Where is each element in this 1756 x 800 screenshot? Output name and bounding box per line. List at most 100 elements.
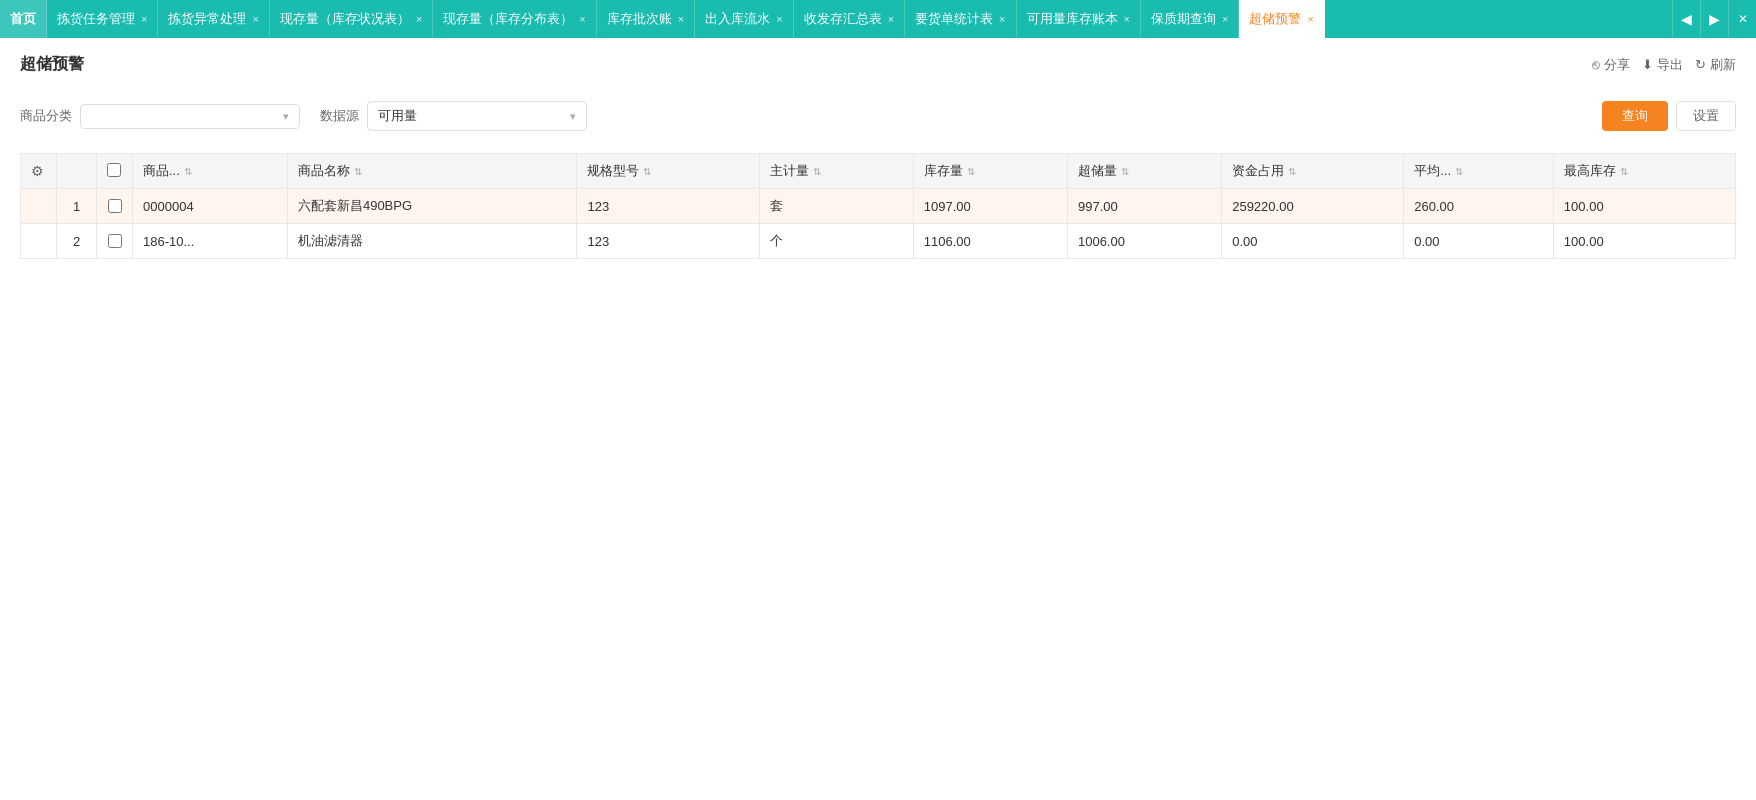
page-title: 超储预警 — [20, 54, 84, 75]
category-filter: 商品分类 ▾ — [20, 104, 300, 129]
tab-close-icon[interactable]: × — [1124, 13, 1130, 25]
nav-tab-9[interactable]: 保质期查询 × — [1141, 0, 1239, 38]
row-product-name: 机油滤清器 — [287, 224, 577, 259]
datasource-filter: 数据源 可用量 ▾ — [320, 101, 587, 131]
sort-icon-product-name: ⇅ — [354, 166, 362, 177]
th-stock: 库存量⇅ — [913, 154, 1067, 189]
nav-tab-7[interactable]: 要货单统计表 × — [905, 0, 1016, 38]
th-gear: ⚙ — [21, 154, 57, 189]
refresh-icon: ↻ — [1695, 57, 1706, 72]
row-checkbox[interactable] — [108, 199, 122, 213]
select-all-checkbox[interactable] — [107, 163, 121, 177]
table-gear-icon[interactable]: ⚙ — [31, 163, 44, 179]
nav-tab-5[interactable]: 出入库流水 × — [695, 0, 793, 38]
tab-close-icon[interactable]: × — [252, 13, 258, 25]
row-product-name: 六配套新昌490BPG — [287, 189, 577, 224]
row-avg: 0.00 — [1404, 224, 1554, 259]
data-table: ⚙ 商品...⇅ 商品名称⇅ 规格型号⇅ 主计量⇅ — [20, 153, 1736, 259]
th-index — [57, 154, 97, 189]
row-unit: 套 — [759, 189, 913, 224]
export-button[interactable]: ⬇ 导出 — [1642, 56, 1683, 74]
filter-bar: 商品分类 ▾ 数据源 可用量 ▾ 查询 设置 — [20, 91, 1736, 141]
row-index: 2 — [57, 224, 97, 259]
nav-tab-10[interactable]: 超储预警 × — [1239, 0, 1324, 38]
sort-icon-unit: ⇅ — [813, 166, 821, 177]
sort-icon-max-stock: ⇅ — [1620, 166, 1628, 177]
top-navigation: 首页 拣货任务管理×拣货异常处理×现存量（库存状况表）×现存量（库存分布表）×库… — [0, 0, 1756, 38]
tab-close-icon[interactable]: × — [888, 13, 894, 25]
th-product-code: 商品...⇅ — [133, 154, 288, 189]
tab-label: 要货单统计表 — [915, 10, 993, 28]
tab-close-icon[interactable]: × — [678, 13, 684, 25]
page-content: 超储预警 ⎋ 分享 ⬇ 导出 ↻ 刷新 商品分类 ▾ 数据源 — [0, 38, 1756, 800]
sort-icon-capital: ⇅ — [1288, 166, 1296, 177]
refresh-button[interactable]: ↻ 刷新 — [1695, 56, 1736, 74]
tab-close-icon[interactable]: × — [776, 13, 782, 25]
tab-label: 出入库流水 — [705, 10, 770, 28]
tab-label: 保质期查询 — [1151, 10, 1216, 28]
row-product-code: 0000004 — [133, 189, 288, 224]
category-chevron-icon: ▾ — [283, 110, 289, 123]
nav-home[interactable]: 首页 — [0, 0, 47, 38]
datasource-select-value: 可用量 — [378, 107, 417, 125]
nav-tab-4[interactable]: 库存批次账× — [597, 0, 695, 38]
export-icon: ⬇ — [1642, 57, 1653, 72]
datasource-chevron-icon: ▾ — [570, 110, 576, 123]
share-button[interactable]: ⎋ 分享 — [1592, 56, 1630, 74]
tab-close-icon[interactable]: × — [579, 13, 585, 25]
nav-close-arrow[interactable]: ✕ — [1728, 0, 1756, 38]
tab-close-icon[interactable]: × — [141, 13, 147, 25]
row-gear-cell — [21, 189, 57, 224]
nav-tab-0[interactable]: 拣货任务管理× — [47, 0, 158, 38]
row-overstock: 997.00 — [1067, 189, 1221, 224]
tab-label: 现存量（库存分布表） — [443, 10, 573, 28]
tab-close-icon[interactable]: × — [416, 13, 422, 25]
category-select[interactable]: ▾ — [80, 104, 300, 129]
row-max-stock: 100.00 — [1553, 189, 1735, 224]
row-spec: 123 — [577, 189, 759, 224]
header-actions: ⎋ 分享 ⬇ 导出 ↻ 刷新 — [1592, 56, 1736, 74]
tab-label: 超储预警 — [1249, 10, 1301, 28]
row-capital: 0.00 — [1222, 224, 1404, 259]
th-spec: 规格型号⇅ — [577, 154, 759, 189]
row-spec: 123 — [577, 224, 759, 259]
row-checkbox-cell — [97, 224, 133, 259]
nav-tab-2[interactable]: 现存量（库存状况表） × — [270, 0, 433, 38]
th-product-name: 商品名称⇅ — [287, 154, 577, 189]
nav-next-arrow[interactable]: ▶ — [1700, 0, 1728, 38]
nav-tab-6[interactable]: 收发存汇总表 × — [794, 0, 905, 38]
tab-close-icon[interactable]: × — [999, 13, 1005, 25]
row-gear-cell — [21, 224, 57, 259]
sort-icon-overstock: ⇅ — [1121, 166, 1129, 177]
row-stock: 1097.00 — [913, 189, 1067, 224]
sort-icon-product-code: ⇅ — [184, 166, 192, 177]
row-checkbox[interactable] — [108, 234, 122, 248]
row-max-stock: 100.00 — [1553, 224, 1735, 259]
nav-prev-arrow[interactable]: ◀ — [1672, 0, 1700, 38]
tab-label: 可用量库存账本 — [1027, 10, 1118, 28]
th-max-stock: 最高库存⇅ — [1553, 154, 1735, 189]
th-capital: 资金占用⇅ — [1222, 154, 1404, 189]
settings-button[interactable]: 设置 — [1676, 101, 1736, 131]
datasource-label: 数据源 — [320, 107, 359, 125]
row-unit: 个 — [759, 224, 913, 259]
table-row: 1 0000004 六配套新昌490BPG 123 套 1097.00 997.… — [21, 189, 1736, 224]
nav-tab-3[interactable]: 现存量（库存分布表） × — [433, 0, 596, 38]
nav-tab-1[interactable]: 拣货异常处理× — [158, 0, 269, 38]
tab-close-icon[interactable]: × — [1222, 13, 1228, 25]
datasource-select[interactable]: 可用量 ▾ — [367, 101, 587, 131]
filter-actions: 查询 设置 — [1602, 101, 1736, 131]
row-overstock: 1006.00 — [1067, 224, 1221, 259]
sort-icon-spec: ⇅ — [643, 166, 651, 177]
row-capital: 259220.00 — [1222, 189, 1404, 224]
sort-icon-avg: ⇅ — [1455, 166, 1463, 177]
sort-icon-stock: ⇅ — [967, 166, 975, 177]
share-icon: ⎋ — [1592, 57, 1600, 72]
tab-close-icon[interactable]: × — [1307, 13, 1313, 25]
tab-label: 现存量（库存状况表） — [280, 10, 410, 28]
row-checkbox-cell — [97, 189, 133, 224]
category-label: 商品分类 — [20, 107, 72, 125]
nav-tab-8[interactable]: 可用量库存账本 × — [1017, 0, 1141, 38]
tab-label: 收发存汇总表 — [804, 10, 882, 28]
query-button[interactable]: 查询 — [1602, 101, 1668, 131]
